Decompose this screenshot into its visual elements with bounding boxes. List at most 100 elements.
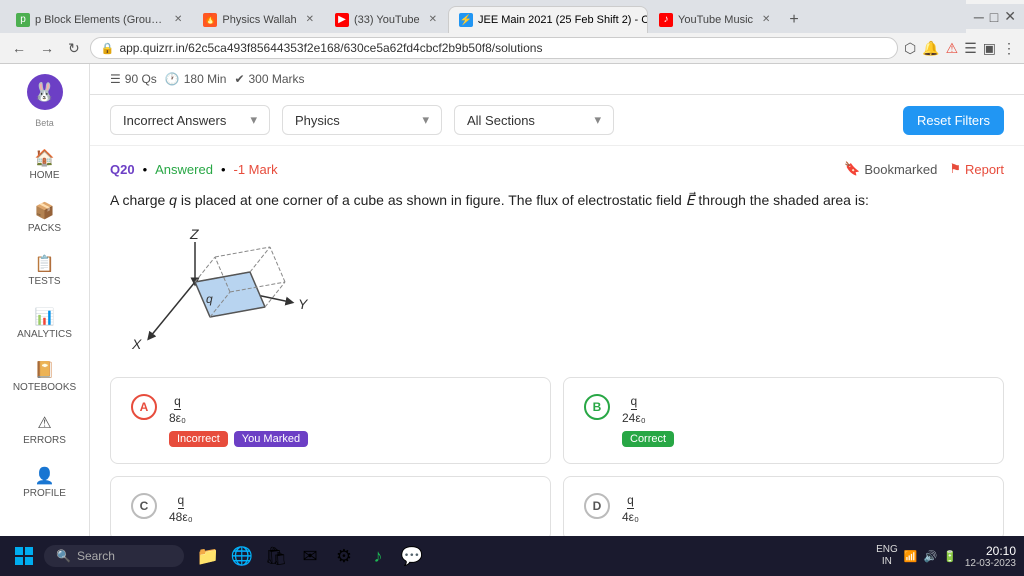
sidebar-item-notebooks[interactable]: 📔 NOTEBOOKS [5, 352, 85, 401]
option-B-badges: Correct [622, 431, 674, 447]
sidebar-notebooks-label: NOTEBOOKS [13, 382, 76, 393]
tab-2-label: Physics Wallah [222, 14, 296, 26]
option-D[interactable]: D q 4ε₀ [563, 476, 1004, 541]
option-D-numerator: q [627, 493, 634, 509]
tray-volume-icon: 🔊 [923, 550, 937, 563]
warning-icon[interactable]: ⚠ [946, 40, 959, 57]
browser-chrome: p p Block Elements (Group 15, 16, 17, 6.… [0, 0, 1024, 64]
option-A-badge-marked: You Marked [234, 431, 308, 447]
option-B-denominator: 24ε₀ [622, 410, 646, 425]
tab-3-favicon: ▶ [335, 13, 349, 27]
tab-strip-icon[interactable]: ▣ [983, 40, 996, 57]
tray-battery-icon: 🔋 [943, 550, 957, 563]
option-B-content: q 24ε₀ Correct [622, 394, 674, 447]
sidebar-item-profile[interactable]: 👤 PROFILE [5, 458, 85, 507]
option-A-math: q 8ε₀ [169, 394, 308, 425]
question-header: Q20 • Answered • -1 Mark 🔖 Bookmarked ⚑ … [110, 161, 1004, 177]
taskbar-search[interactable]: 🔍 Search [44, 545, 184, 567]
clock-time: 20:10 [965, 544, 1016, 558]
taskbar-icon-edge[interactable]: 🌐 [226, 540, 258, 572]
option-B-math: q 24ε₀ [622, 394, 674, 425]
menu-icon[interactable]: ⋮ [1002, 40, 1016, 57]
app-layout: 🐰 Beta 🏠 HOME 📦 PACKS 📋 TESTS 📊 ANALYTIC… [0, 64, 1024, 560]
taskbar-icon-store[interactable]: 🛍 [260, 540, 292, 572]
new-tab-button[interactable]: + [781, 7, 806, 33]
taskbar-icon-settings[interactable]: ⚙ [328, 540, 360, 572]
marks-label: 300 Marks [249, 72, 305, 86]
taskbar: 🔍 Search 📁 🌐 🛍 ✉ ⚙ ♪ 💬 ENGIN 📶 🔊 🔋 20:10… [0, 536, 1024, 576]
option-A-content: q 8ε₀ Incorrect You Marked [169, 394, 308, 447]
option-D-denominator: 4ε₀ [622, 509, 639, 524]
tab-2-close[interactable]: ✕ [306, 14, 314, 25]
tray-lang: ENGIN [876, 544, 898, 568]
tab-1-close[interactable]: ✕ [174, 14, 182, 25]
option-A-fraction: q 8ε₀ [169, 394, 186, 425]
e-vec: E⃗ [686, 192, 695, 208]
taskbar-icon-discord[interactable]: 💬 [396, 540, 428, 572]
maximize-button[interactable]: □ [990, 9, 998, 25]
report-action[interactable]: ⚑ Report [949, 161, 1004, 177]
refresh-button[interactable]: ↻ [64, 38, 84, 59]
option-A-numerator: q [174, 394, 181, 410]
option-B-badge-correct: Correct [622, 431, 674, 447]
bookmark-action-icon: 🔖 [844, 161, 860, 177]
answer-filter-select[interactable]: Incorrect Answers ▾ [110, 105, 270, 135]
question-area: Q20 • Answered • -1 Mark 🔖 Bookmarked ⚑ … [90, 146, 1024, 560]
answer-filter-label: Incorrect Answers [123, 113, 226, 128]
profile-icon[interactable]: 🔔 [922, 40, 939, 57]
bookmark-icon[interactable]: ☰ [964, 40, 977, 57]
tab-2[interactable]: 🔥 Physics Wallah ✕ [193, 7, 324, 33]
sidebar-item-analytics[interactable]: 📊 ANALYTICS [5, 299, 85, 348]
start-button[interactable] [8, 540, 40, 572]
option-B-circle: B [584, 394, 610, 420]
option-A-circle: A [131, 394, 157, 420]
tab-3-label: (33) YouTube [354, 14, 420, 26]
tab-3-close[interactable]: ✕ [429, 14, 437, 25]
option-A[interactable]: A q 8ε₀ Incorrect You Marked [110, 377, 551, 464]
lock-icon: 🔒 [101, 42, 115, 55]
close-button[interactable]: ✕ [1004, 8, 1016, 25]
address-bar[interactable]: 🔒 app.quizrr.in/62c5ca493f85644353f2e168… [90, 37, 898, 59]
tests-icon: 📋 [35, 254, 55, 274]
tab-1[interactable]: p p Block Elements (Group 15, 16, 17, 6.… [6, 7, 192, 33]
subject-filter-select[interactable]: Physics ▾ [282, 105, 442, 135]
tab-4[interactable]: ⚡ JEE Main 2021 (25 Feb Shift 2) - C ✕ [448, 6, 648, 33]
analytics-icon: 📊 [35, 307, 55, 327]
option-B[interactable]: B q 24ε₀ Correct [563, 377, 1004, 464]
option-A-badges: Incorrect You Marked [169, 431, 308, 447]
time-icon: 🕐 [165, 72, 180, 86]
section-filter-select[interactable]: All Sections ▾ [454, 105, 614, 135]
taskbar-icon-mail[interactable]: ✉ [294, 540, 326, 572]
tab-5[interactable]: ♪ YouTube Music ✕ [649, 7, 780, 33]
minimize-button[interactable]: ─ [974, 9, 984, 25]
bookmark-action[interactable]: 🔖 Bookmarked [844, 161, 937, 177]
address-bar-row: ← → ↻ 🔒 app.quizrr.in/62c5ca493f85644353… [0, 33, 1024, 63]
tab-5-favicon: ♪ [659, 13, 673, 27]
sidebar-item-home[interactable]: 🏠 HOME [5, 140, 85, 189]
q-text-before: A charge [110, 192, 169, 208]
svg-text:Z: Z [189, 227, 199, 242]
q-text-middle: is placed at one corner of a cube as sho… [177, 192, 686, 208]
tab-3[interactable]: ▶ (33) YouTube ✕ [325, 7, 447, 33]
back-button[interactable]: ← [8, 38, 30, 58]
home-icon: 🏠 [35, 148, 55, 168]
option-B-fraction: q 24ε₀ [622, 394, 646, 425]
report-action-label: Report [965, 162, 1004, 177]
taskbar-icon-spotify[interactable]: ♪ [362, 540, 394, 572]
main-content: ☰ 90 Qs 🕐 180 Min ✔ 300 Marks Incorrect … [90, 64, 1024, 560]
cast-icon[interactable]: ⬡ [904, 40, 916, 57]
mark-separator: • [221, 162, 226, 177]
sidebar-item-tests[interactable]: 📋 TESTS [5, 246, 85, 295]
address-text: app.quizrr.in/62c5ca493f85644353f2e168/6… [119, 41, 542, 55]
sidebar-item-errors[interactable]: ⚠ ERRORS [5, 405, 85, 454]
option-A-badge-incorrect: Incorrect [169, 431, 228, 447]
taskbar-icon-explorer[interactable]: 📁 [192, 540, 224, 572]
system-clock[interactable]: 20:10 12-03-2023 [965, 544, 1016, 569]
section-filter-label: All Sections [467, 113, 535, 128]
option-C-math: q 48ε₀ [169, 493, 193, 524]
tab-5-close[interactable]: ✕ [762, 14, 770, 25]
option-C[interactable]: C q 48ε₀ [110, 476, 551, 541]
sidebar-item-packs[interactable]: 📦 PACKS [5, 193, 85, 242]
reset-filters-button[interactable]: Reset Filters [903, 106, 1004, 135]
forward-button[interactable]: → [36, 38, 58, 58]
